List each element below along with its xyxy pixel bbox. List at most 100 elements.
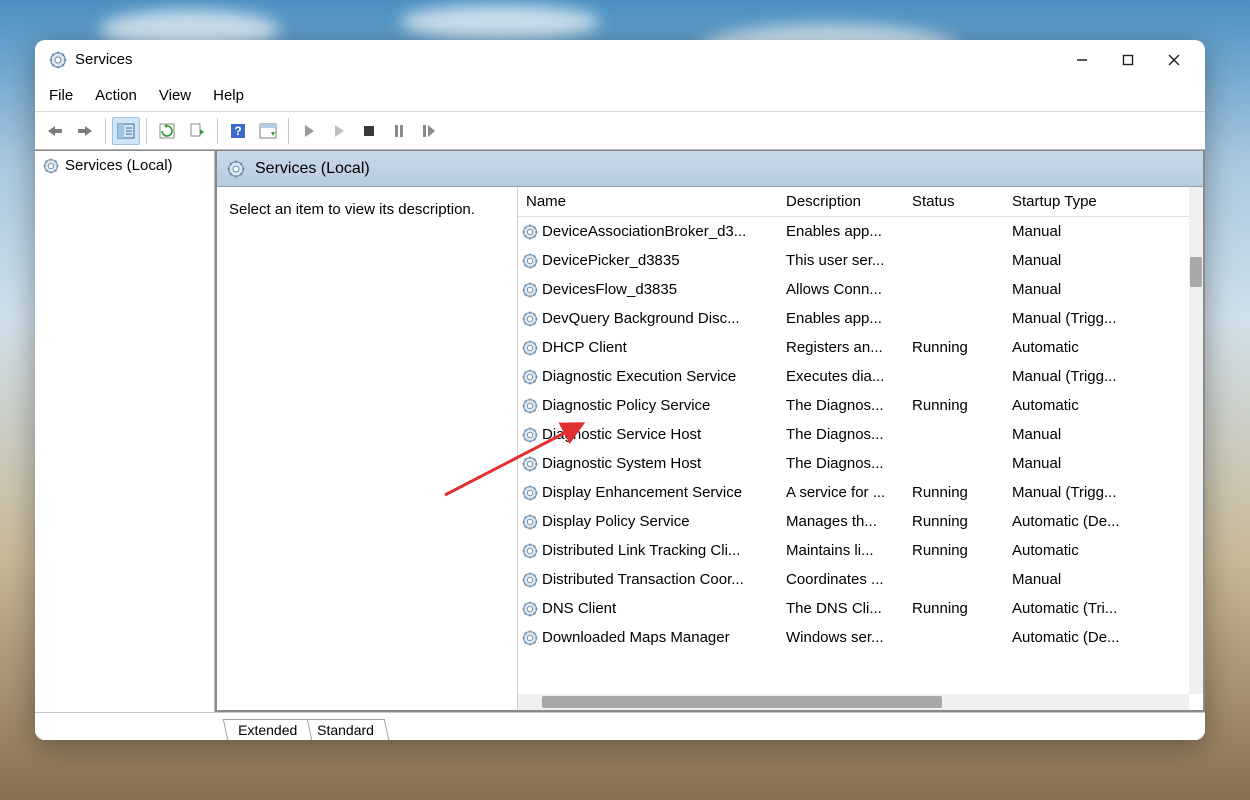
service-startup-type: Automatic (Tri... — [1006, 600, 1189, 617]
service-name: Diagnostic Policy Service — [542, 397, 710, 414]
svg-text:?: ? — [234, 124, 241, 138]
horizontal-scroll-thumb[interactable] — [542, 696, 942, 708]
service-row[interactable]: Diagnostic Execution ServiceExecutes dia… — [518, 362, 1189, 391]
nav-back-button[interactable] — [41, 117, 69, 145]
service-name: Display Policy Service — [542, 513, 690, 530]
refresh-button[interactable] — [153, 117, 181, 145]
nav-forward-button[interactable] — [71, 117, 99, 145]
service-row[interactable]: Diagnostic System HostThe Diagnos...Manu… — [518, 449, 1189, 478]
service-row[interactable]: DevQuery Background Disc... Enables app..… — [518, 304, 1189, 333]
col-startup-type[interactable]: Startup Type — [1006, 193, 1189, 210]
service-row[interactable]: Display Policy ServiceManages th...Runni… — [518, 507, 1189, 536]
menu-view[interactable]: View — [159, 87, 191, 104]
body-split: Services (Local) Services (Local) Select… — [35, 150, 1205, 712]
gear-icon — [43, 158, 59, 174]
minimize-button[interactable] — [1059, 42, 1105, 78]
service-status: Running — [906, 542, 1006, 559]
start-service-alt-button[interactable] — [325, 117, 353, 145]
properties-button[interactable] — [254, 117, 282, 145]
service-startup-type: Manual — [1006, 571, 1189, 588]
menu-help[interactable]: Help — [213, 87, 244, 104]
service-startup-type: Manual — [1006, 281, 1189, 298]
col-status[interactable]: Status — [906, 193, 1006, 210]
description-panel: Select an item to view its description. — [217, 187, 517, 710]
service-description: Maintains li... — [780, 542, 906, 559]
show-hide-tree-button[interactable] — [112, 117, 140, 145]
services-list[interactable]: Name Description Status Startup Type Dev… — [517, 187, 1203, 710]
service-row[interactable]: DevicePicker_d3835This user ser...Manual — [518, 246, 1189, 275]
window-title: Services — [75, 51, 133, 68]
service-status: Running — [906, 600, 1006, 617]
stop-service-button[interactable] — [355, 117, 383, 145]
service-row[interactable]: Display Enhancement Service A service for… — [518, 478, 1189, 507]
service-name: DevQuery Background Disc... — [542, 310, 740, 327]
service-row[interactable]: DHCP Client Registers an...RunningAutomat… — [518, 333, 1189, 362]
service-gear-icon — [522, 253, 538, 269]
service-description: Enables app... — [780, 310, 906, 327]
service-status: Running — [906, 397, 1006, 414]
service-description: The DNS Cli... — [780, 600, 906, 617]
help-button[interactable]: ? — [224, 117, 252, 145]
service-gear-icon — [522, 456, 538, 472]
service-row[interactable]: DevicesFlow_d3835 Allows Conn... Manual — [518, 275, 1189, 304]
service-description: Windows ser... — [780, 629, 906, 646]
service-name: Distributed Transaction Coor... — [542, 571, 744, 588]
tab-extended[interactable]: Extended — [223, 719, 313, 740]
service-startup-type: Automatic — [1006, 542, 1189, 559]
service-description: Registers an... — [780, 339, 906, 356]
close-button[interactable] — [1151, 42, 1197, 78]
service-gear-icon — [522, 572, 538, 588]
service-startup-type: Automatic — [1006, 339, 1189, 356]
service-row[interactable]: Distributed Link Tracking Cli... Maintain… — [518, 536, 1189, 565]
service-description: A service for ... — [780, 484, 906, 501]
app-gear-icon — [49, 51, 67, 69]
service-startup-type: Automatic (De... — [1006, 513, 1189, 530]
service-description: Allows Conn... — [780, 281, 906, 298]
service-startup-type: Manual — [1006, 223, 1189, 240]
service-name: Distributed Link Tracking Cli... — [542, 542, 740, 559]
export-list-button[interactable] — [183, 117, 211, 145]
tab-standard[interactable]: Standard — [302, 719, 389, 740]
menu-action[interactable]: Action — [95, 87, 137, 104]
service-row[interactable]: Diagnostic Service HostThe Diagnos...Man… — [518, 420, 1189, 449]
service-gear-icon — [522, 311, 538, 327]
service-status: Running — [906, 339, 1006, 356]
col-description[interactable]: Description — [780, 193, 906, 210]
titlebar[interactable]: Services — [35, 40, 1205, 80]
tree-root-services-local[interactable]: Services (Local) — [35, 155, 214, 176]
details-header-label: Services (Local) — [255, 160, 370, 178]
service-startup-type: Manual (Trigg... — [1006, 368, 1189, 385]
service-name: Display Enhancement Service — [542, 484, 742, 501]
service-name: DHCP Client — [542, 339, 627, 356]
service-row[interactable]: Diagnostic Policy ServiceThe Diagnos...R… — [518, 391, 1189, 420]
menu-file[interactable]: File — [49, 87, 73, 104]
service-startup-type: Automatic (De... — [1006, 629, 1189, 646]
console-tree[interactable]: Services (Local) — [35, 151, 215, 712]
services-window: Services File Action View Help ? — [35, 40, 1205, 740]
service-row[interactable]: Downloaded Maps ManagerWindows ser...Aut… — [518, 623, 1189, 652]
service-startup-type: Manual — [1006, 455, 1189, 472]
maximize-button[interactable] — [1105, 42, 1151, 78]
pause-service-button[interactable] — [385, 117, 413, 145]
service-gear-icon — [522, 427, 538, 443]
service-name: DevicesFlow_d3835 — [542, 281, 677, 298]
service-startup-type: Manual (Trigg... — [1006, 484, 1189, 501]
service-gear-icon — [522, 485, 538, 501]
description-prompt: Select an item to view its description. — [229, 201, 475, 218]
horizontal-scrollbar[interactable] — [518, 694, 1189, 710]
service-gear-icon — [522, 398, 538, 414]
service-name: Diagnostic Execution Service — [542, 368, 736, 385]
service-gear-icon — [522, 601, 538, 617]
vertical-scrollbar[interactable] — [1189, 187, 1203, 694]
col-name[interactable]: Name — [518, 193, 780, 210]
service-status: Running — [906, 484, 1006, 501]
column-headers[interactable]: Name Description Status Startup Type — [518, 187, 1189, 217]
service-row[interactable]: Distributed Transaction Coor...Coordinat… — [518, 565, 1189, 594]
vertical-scroll-thumb[interactable] — [1190, 257, 1202, 287]
restart-service-button[interactable] — [415, 117, 443, 145]
service-row[interactable]: DNS ClientThe DNS Cli...RunningAutomatic… — [518, 594, 1189, 623]
service-name: DevicePicker_d3835 — [542, 252, 680, 269]
service-row[interactable]: DeviceAssociationBroker_d3...Enables app… — [518, 217, 1189, 246]
start-service-button[interactable] — [295, 117, 323, 145]
service-gear-icon — [522, 630, 538, 646]
